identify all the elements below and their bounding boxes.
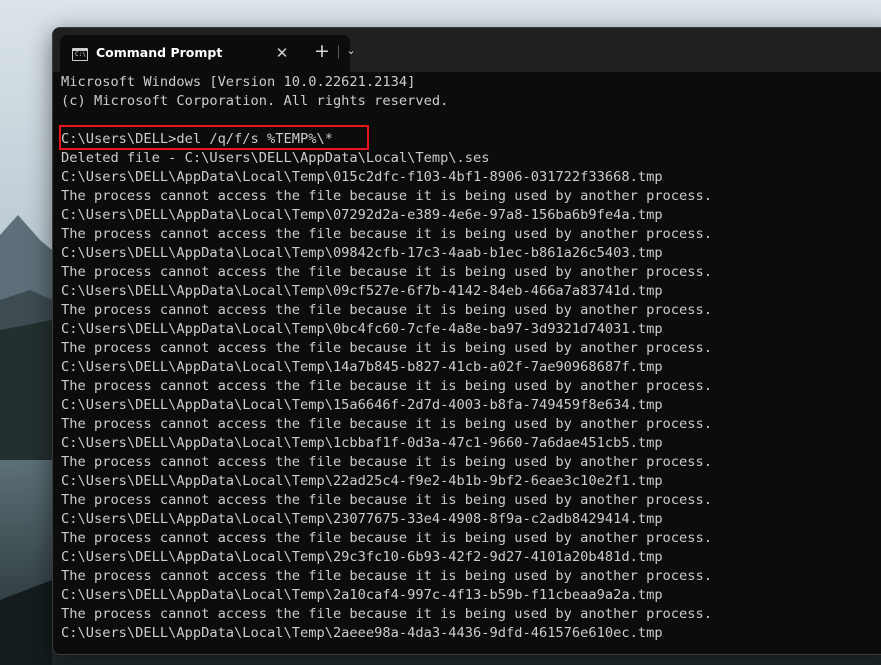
- terminal-window: C:\ Command Prompt ✕ + ⌄ Microsoft Windo…: [52, 27, 881, 655]
- cmd-icon: C:\: [72, 48, 88, 61]
- terminal-line: The process cannot access the file becau…: [61, 302, 713, 318]
- command-highlight-box: [59, 125, 369, 150]
- terminal-line: The process cannot access the file becau…: [61, 188, 713, 204]
- terminal-line: The process cannot access the file becau…: [61, 568, 713, 584]
- terminal-line: C:\Users\DELL\AppData\Local\Temp\0bc4fc6…: [61, 321, 663, 337]
- tab-command-prompt[interactable]: C:\ Command Prompt ✕: [60, 35, 350, 72]
- terminal-line: The process cannot access the file becau…: [61, 416, 713, 432]
- terminal-line: C:\Users\DELL\AppData\Local\Temp\09cf527…: [61, 283, 663, 299]
- terminal-line: C:\Users\DELL\AppData\Local\Temp\2aeee98…: [61, 625, 663, 641]
- terminal-line: (c) Microsoft Corporation. All rights re…: [61, 93, 449, 109]
- terminal-line: C:\Users\DELL\AppData\Local\Temp\22ad25c…: [61, 473, 663, 489]
- terminal-line: C:\Users\DELL\AppData\Local\Temp\14a7b84…: [61, 359, 663, 375]
- terminal-line: C:\Users\DELL\AppData\Local\Temp\09842cf…: [61, 245, 663, 261]
- tab-divider: [338, 45, 339, 59]
- title-bar[interactable]: C:\ Command Prompt ✕ + ⌄: [53, 28, 881, 72]
- terminal-line: C:\Users\DELL\AppData\Local\Temp\29c3fc1…: [61, 549, 663, 565]
- terminal-line: The process cannot access the file becau…: [61, 454, 713, 470]
- terminal-line: Microsoft Windows [Version 10.0.22621.21…: [61, 74, 416, 90]
- terminal-line: The process cannot access the file becau…: [61, 226, 713, 242]
- plus-icon: +: [314, 40, 330, 62]
- profile-dropdown-button[interactable]: ⌄: [341, 41, 361, 61]
- close-icon[interactable]: ✕: [272, 43, 292, 63]
- terminal-line: The process cannot access the file becau…: [61, 340, 713, 356]
- terminal-line: The process cannot access the file becau…: [61, 492, 713, 508]
- terminal-line: C:\Users\DELL\AppData\Local\Temp\2a10caf…: [61, 587, 663, 603]
- terminal-line: The process cannot access the file becau…: [61, 264, 713, 280]
- terminal-line: C:\Users\DELL\AppData\Local\Temp\2307767…: [61, 511, 663, 527]
- new-tab-button[interactable]: +: [311, 40, 333, 62]
- terminal-line: C:\Users\DELL\AppData\Local\Temp\07292d2…: [61, 207, 663, 223]
- tab-title: Command Prompt: [96, 45, 223, 60]
- terminal-line: Deleted file - C:\Users\DELL\AppData\Loc…: [61, 150, 490, 166]
- terminal-line: The process cannot access the file becau…: [61, 606, 713, 622]
- terminal-line: The process cannot access the file becau…: [61, 530, 713, 546]
- terminal-line: C:\Users\DELL\AppData\Local\Temp\015c2df…: [61, 169, 663, 185]
- terminal-line: C:\Users\DELL\AppData\Local\Temp\1cbbaf1…: [61, 435, 663, 451]
- terminal-line: C:\Users\DELL\AppData\Local\Temp\15a6646…: [61, 397, 663, 413]
- terminal-line: The process cannot access the file becau…: [61, 378, 713, 394]
- terminal-output[interactable]: Microsoft Windows [Version 10.0.22621.21…: [53, 72, 881, 654]
- chevron-down-icon: ⌄: [346, 44, 356, 57]
